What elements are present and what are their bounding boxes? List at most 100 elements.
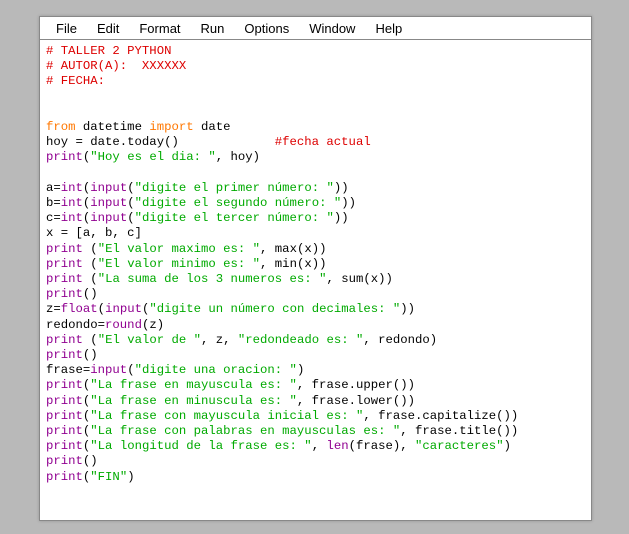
fn-print: print — [46, 242, 83, 256]
fn-round: round — [105, 318, 142, 332]
code-editor[interactable]: # TALLER 2 PYTHON # AUTOR(A): XXXXXX # F… — [40, 40, 591, 520]
paren: ( — [127, 181, 134, 195]
paren: () — [83, 287, 98, 301]
code-rest: , redondo) — [363, 333, 437, 347]
fn-float: float — [61, 302, 98, 316]
paren: () — [83, 348, 98, 362]
paren: )) — [400, 302, 415, 316]
fn-input: input — [105, 302, 142, 316]
fn-print: print — [46, 409, 83, 423]
comment: # FECHA: — [46, 74, 105, 88]
paren: ( — [90, 272, 97, 286]
editor-window: File Edit Format Run Options Window Help… — [39, 16, 592, 521]
fn-input: input — [90, 363, 127, 377]
string: "El valor minimo es: " — [98, 257, 260, 271]
string: "La longitud de la frase es: " — [90, 439, 311, 453]
code-line: hoy = date.today() — [46, 135, 179, 149]
string: "La frase en minuscula es: " — [90, 394, 297, 408]
kw-import: import — [149, 120, 193, 134]
paren: ( — [127, 363, 134, 377]
string: "La frase con mayuscula inicial es: " — [90, 409, 363, 423]
string: "digite el primer número: " — [135, 181, 334, 195]
code-rest: , hoy) — [216, 150, 260, 164]
comment: # TALLER 2 PYTHON — [46, 44, 171, 58]
kw-from: from — [46, 120, 76, 134]
fn-input: input — [90, 181, 127, 195]
paren: ( — [127, 196, 134, 210]
fn-int: int — [61, 181, 83, 195]
code-rest: , frase.upper()) — [297, 378, 415, 392]
menu-options[interactable]: Options — [234, 20, 299, 37]
code-rest: (z) — [142, 318, 164, 332]
string: "La suma de los 3 numeros es: " — [98, 272, 327, 286]
code-text: (frase), — [349, 439, 415, 453]
string: "digite un número con decimales: " — [149, 302, 400, 316]
paren: ) — [297, 363, 304, 377]
fn-print: print — [46, 257, 83, 271]
pad — [179, 135, 275, 149]
paren: ( — [90, 257, 97, 271]
paren: ( — [127, 211, 134, 225]
fn-print: print — [46, 348, 83, 362]
code-rest: , frase.lower()) — [297, 394, 415, 408]
menu-window[interactable]: Window — [299, 20, 365, 37]
code-line: x = [a, b, c] — [46, 226, 142, 240]
code-text: a= — [46, 181, 61, 195]
menu-format[interactable]: Format — [129, 20, 190, 37]
string: "digite una oracion: " — [135, 363, 297, 377]
paren: ( — [98, 302, 105, 316]
menu-file[interactable]: File — [46, 20, 87, 37]
fn-print: print — [46, 470, 83, 484]
string: "digite el tercer número: " — [135, 211, 334, 225]
fn-print: print — [46, 424, 83, 438]
paren: ) — [127, 470, 134, 484]
code-text: c= — [46, 211, 61, 225]
code-text: b= — [46, 196, 61, 210]
fn-print: print — [46, 287, 83, 301]
string: "La frase en mayuscula es: " — [90, 378, 297, 392]
fn-input: input — [90, 211, 127, 225]
paren: ) — [504, 439, 511, 453]
fn-print: print — [46, 454, 83, 468]
menu-help[interactable]: Help — [365, 20, 412, 37]
string: "El valor maximo es: " — [98, 242, 260, 256]
string: "digite el segundo número: " — [135, 196, 342, 210]
fn-print: print — [46, 333, 83, 347]
paren: () — [83, 454, 98, 468]
code-text: frase= — [46, 363, 90, 377]
code-text: z= — [46, 302, 61, 316]
string: "Hoy es el dia: " — [90, 150, 215, 164]
string: "caracteres" — [415, 439, 504, 453]
fn-len: len — [326, 439, 348, 453]
paren: ( — [90, 333, 97, 347]
string: "redondeado es: " — [238, 333, 363, 347]
menu-edit[interactable]: Edit — [87, 20, 129, 37]
code-rest: , sum(x)) — [326, 272, 392, 286]
string: "FIN" — [90, 470, 127, 484]
fn-int: int — [61, 211, 83, 225]
string: "El valor de " — [98, 333, 201, 347]
string: "La frase con palabras en mayusculas es:… — [90, 424, 400, 438]
fn-print: print — [46, 272, 83, 286]
code-rest: , frase.title()) — [400, 424, 518, 438]
comment: # AUTOR(A): XXXXXX — [46, 59, 186, 73]
fn-print: print — [46, 150, 83, 164]
code-text: , z, — [201, 333, 238, 347]
code-rest: , max(x)) — [260, 242, 326, 256]
fn-print: print — [46, 378, 83, 392]
paren: )) — [334, 181, 349, 195]
fn-print: print — [46, 394, 83, 408]
module: datetime — [76, 120, 150, 134]
menu-run[interactable]: Run — [191, 20, 235, 37]
code-rest: , frase.capitalize()) — [363, 409, 518, 423]
paren: )) — [334, 211, 349, 225]
code-rest: , min(x)) — [260, 257, 326, 271]
code-text: , — [312, 439, 327, 453]
paren: )) — [341, 196, 356, 210]
menubar: File Edit Format Run Options Window Help — [40, 17, 591, 40]
paren: ( — [90, 242, 97, 256]
comment: #fecha actual — [275, 135, 371, 149]
code-text: redondo= — [46, 318, 105, 332]
fn-print: print — [46, 439, 83, 453]
fn-input: input — [90, 196, 127, 210]
